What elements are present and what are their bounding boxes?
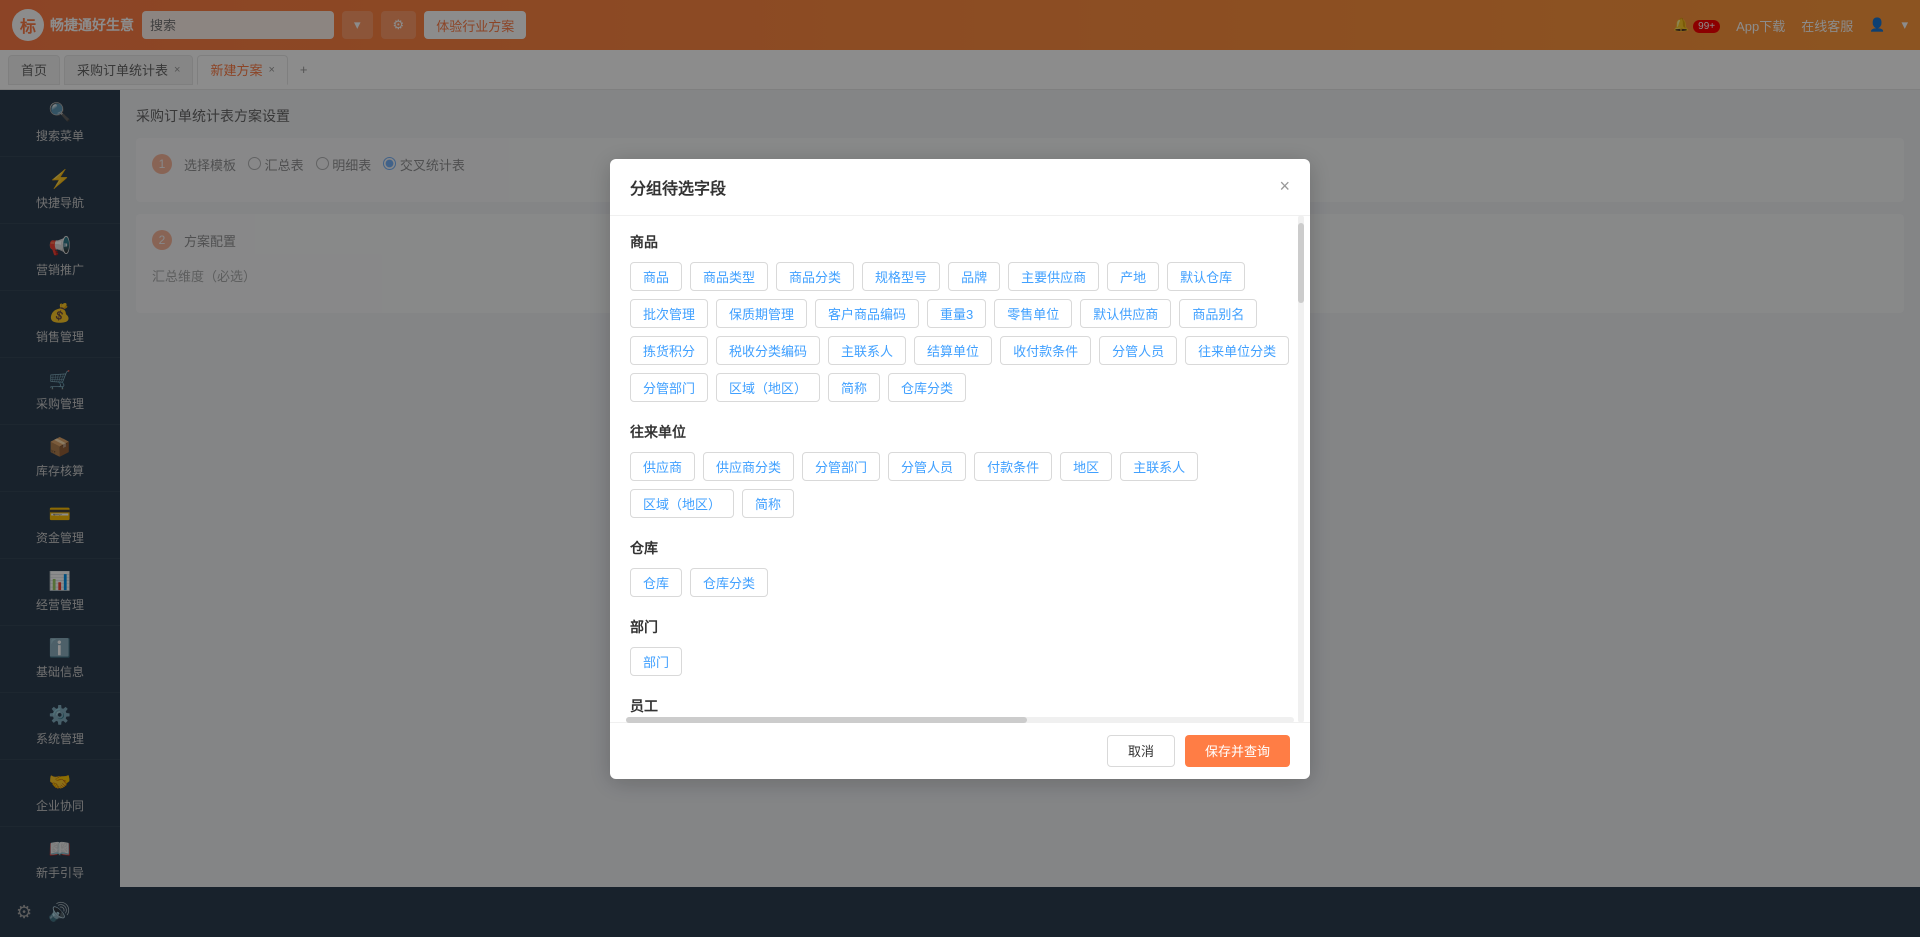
modal-title: 分组待选字段: [630, 175, 726, 199]
field-tag-warehouse[interactable]: 仓库: [630, 568, 682, 597]
field-tag-region[interactable]: 区域（地区）: [716, 373, 820, 402]
field-group-warehouse: 仓库 仓库 仓库分类: [630, 538, 1290, 597]
field-tag-partner-contact[interactable]: 主联系人: [1120, 452, 1198, 481]
field-tag-partner-dept[interactable]: 分管部门: [802, 452, 880, 481]
field-group-warehouse-title: 仓库: [630, 538, 1290, 558]
field-group-department: 部门 部门: [630, 617, 1290, 676]
field-tag-customer-code[interactable]: 客户商品编码: [815, 299, 919, 328]
cancel-button[interactable]: 取消: [1107, 735, 1175, 767]
field-tag-department[interactable]: 部门: [630, 647, 682, 676]
field-tag-origin[interactable]: 产地: [1107, 262, 1159, 291]
field-tag-settlement-unit[interactable]: 结算单位: [914, 336, 992, 365]
field-tag-tax-code[interactable]: 税收分类编码: [716, 336, 820, 365]
field-tag-main-supplier[interactable]: 主要供应商: [1008, 262, 1099, 291]
modal-header: 分组待选字段 ×: [610, 159, 1310, 216]
field-tag-supervisor[interactable]: 分管人员: [1099, 336, 1177, 365]
field-tag-main-contact[interactable]: 主联系人: [828, 336, 906, 365]
field-tag-dept[interactable]: 分管部门: [630, 373, 708, 402]
horizontal-scrollbar-track: [626, 717, 1294, 723]
field-tag-partner-category[interactable]: 往来单位分类: [1185, 336, 1289, 365]
field-tags-warehouse: 仓库 仓库分类: [630, 568, 1290, 597]
field-tags-product: 商品 商品类型 商品分类 规格型号 品牌 主要供应商 产地 默认仓库 批次管理 …: [630, 262, 1290, 402]
field-tag-partner-short[interactable]: 简称: [742, 489, 794, 518]
field-tag-default-supplier[interactable]: 默认供应商: [1080, 299, 1171, 328]
field-tag-partner-area[interactable]: 地区: [1060, 452, 1112, 481]
field-group-product: 商品 商品 商品类型 商品分类 规格型号 品牌 主要供应商 产地 默认仓库 批次…: [630, 232, 1290, 402]
field-tag-supplier[interactable]: 供应商: [630, 452, 695, 481]
field-tag-partner-region[interactable]: 区域（地区）: [630, 489, 734, 518]
field-group-partner: 往来单位 供应商 供应商分类 分管部门 分管人员 付款条件 地区 主联系人 区域…: [630, 422, 1290, 518]
field-tag-batch-mgmt[interactable]: 批次管理: [630, 299, 708, 328]
confirm-button[interactable]: 保存并查询: [1185, 735, 1290, 767]
field-tag-product-category[interactable]: 商品分类: [776, 262, 854, 291]
field-tag-partner-payment[interactable]: 付款条件: [974, 452, 1052, 481]
modal-footer: 取消 保存并查询: [610, 722, 1310, 779]
field-group-department-title: 部门: [630, 617, 1290, 637]
field-tag-default-warehouse[interactable]: 默认仓库: [1167, 262, 1245, 291]
scrollbar-track: [1298, 215, 1304, 723]
field-tag-short-name[interactable]: 简称: [828, 373, 880, 402]
field-tag-weight[interactable]: 重量3: [927, 299, 986, 328]
field-group-product-title: 商品: [630, 232, 1290, 252]
modal-body: 商品 商品 商品类型 商品分类 规格型号 品牌 主要供应商 产地 默认仓库 批次…: [610, 216, 1310, 722]
field-tag-product[interactable]: 商品: [630, 262, 682, 291]
field-group-employee-title: 员工: [630, 696, 1290, 716]
field-tag-product-alias[interactable]: 商品别名: [1179, 299, 1257, 328]
modal-overlay: 分组待选字段 × 商品 商品 商品类型 商品分类 规格型号 品牌 主要供应商 产…: [0, 0, 1920, 937]
field-tag-shelf-life[interactable]: 保质期管理: [716, 299, 807, 328]
field-tag-warehouse-cat[interactable]: 仓库分类: [690, 568, 768, 597]
field-tag-product-type[interactable]: 商品类型: [690, 262, 768, 291]
field-tag-payment-terms[interactable]: 收付款条件: [1000, 336, 1091, 365]
field-tag-supplier-category[interactable]: 供应商分类: [703, 452, 794, 481]
field-tag-pick-score[interactable]: 拣货积分: [630, 336, 708, 365]
horizontal-scrollbar-thumb: [626, 717, 1027, 723]
field-select-modal: 分组待选字段 × 商品 商品 商品类型 商品分类 规格型号 品牌 主要供应商 产…: [610, 159, 1310, 779]
modal-close-button[interactable]: ×: [1279, 176, 1290, 197]
field-group-partner-title: 往来单位: [630, 422, 1290, 442]
field-tag-partner-supervisor[interactable]: 分管人员: [888, 452, 966, 481]
field-tags-partner: 供应商 供应商分类 分管部门 分管人员 付款条件 地区 主联系人 区域（地区） …: [630, 452, 1290, 518]
scrollbar-thumb: [1298, 223, 1304, 303]
field-tag-spec-model[interactable]: 规格型号: [862, 262, 940, 291]
field-tag-warehouse-category[interactable]: 仓库分类: [888, 373, 966, 402]
field-tag-brand[interactable]: 品牌: [948, 262, 1000, 291]
field-tags-department: 部门: [630, 647, 1290, 676]
field-tag-retail-unit[interactable]: 零售单位: [994, 299, 1072, 328]
